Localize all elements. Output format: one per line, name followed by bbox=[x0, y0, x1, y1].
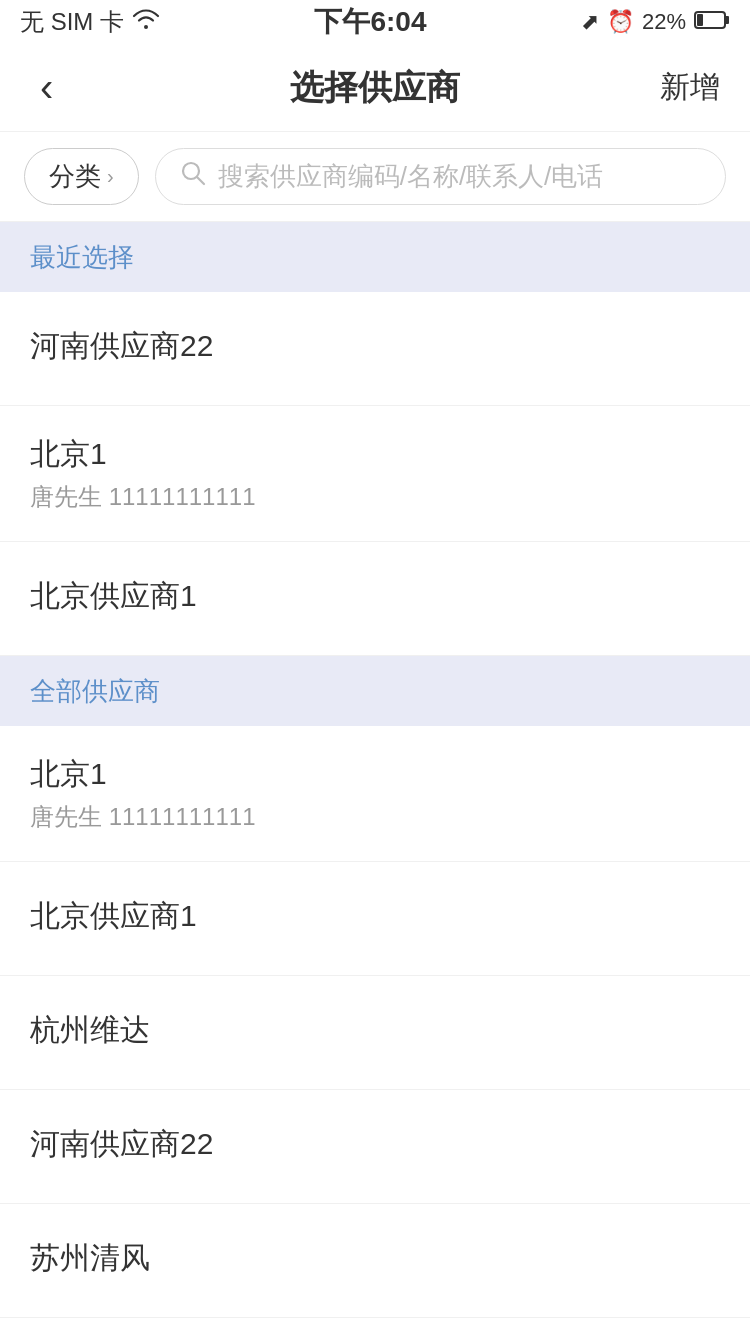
battery-icon bbox=[694, 9, 730, 35]
status-bar: 无 SIM 卡 下午6:04 ⬈ ⏰ 22% bbox=[0, 0, 750, 44]
location-icon: ⬈ bbox=[581, 9, 599, 35]
supplier-name: 杭州维达 bbox=[30, 1010, 720, 1051]
supplier-name: 北京供应商1 bbox=[30, 896, 720, 937]
status-left: 无 SIM 卡 bbox=[20, 6, 160, 38]
wifi-icon bbox=[132, 8, 160, 36]
sim-status: 无 SIM 卡 bbox=[20, 6, 124, 38]
chevron-right-icon: › bbox=[107, 165, 114, 188]
status-right: ⬈ ⏰ 22% bbox=[581, 9, 730, 35]
search-box[interactable]: 搜索供应商编码/名称/联系人/电话 bbox=[155, 148, 726, 205]
all-items-list: 北京1 唐先生 11111111111 北京供应商1 杭州维达 河南供应商22 … bbox=[0, 726, 750, 1318]
supplier-name: 苏州清风 bbox=[30, 1238, 720, 1279]
list-item[interactable]: 北京1 唐先生 11111111111 bbox=[0, 406, 750, 542]
nav-bar: ‹ 选择供应商 新增 bbox=[0, 44, 750, 132]
alarm-icon: ⏰ bbox=[607, 9, 634, 35]
supplier-name: 北京1 bbox=[30, 754, 720, 795]
filter-bar: 分类 › 搜索供应商编码/名称/联系人/电话 bbox=[0, 132, 750, 222]
list-item[interactable]: 河南供应商22 bbox=[0, 1090, 750, 1204]
recent-items-list: 河南供应商22 北京1 唐先生 11111111111 北京供应商1 bbox=[0, 292, 750, 656]
all-section-label: 全部供应商 bbox=[30, 674, 160, 709]
category-button[interactable]: 分类 › bbox=[24, 148, 139, 205]
list-item[interactable]: 北京供应商1 bbox=[0, 862, 750, 976]
status-time: 下午6:04 bbox=[314, 3, 426, 41]
battery-percent: 22% bbox=[642, 9, 686, 35]
supplier-name: 北京1 bbox=[30, 434, 720, 475]
recent-section-header: 最近选择 bbox=[0, 222, 750, 292]
svg-rect-1 bbox=[725, 16, 729, 24]
page-title: 选择供应商 bbox=[290, 65, 460, 111]
supplier-contact: 唐先生 11111111111 bbox=[30, 481, 720, 513]
search-placeholder: 搜索供应商编码/名称/联系人/电话 bbox=[218, 159, 604, 194]
back-button[interactable]: ‹ bbox=[30, 55, 63, 120]
list-item[interactable]: 北京1 唐先生 11111111111 bbox=[0, 726, 750, 862]
svg-line-4 bbox=[197, 177, 204, 184]
list-item[interactable]: 杭州维达 bbox=[0, 976, 750, 1090]
supplier-contact: 唐先生 11111111111 bbox=[30, 801, 720, 833]
supplier-name: 北京供应商1 bbox=[30, 576, 720, 617]
svg-rect-2 bbox=[697, 14, 703, 26]
all-section-header: 全部供应商 bbox=[0, 656, 750, 726]
category-label: 分类 bbox=[49, 159, 101, 194]
list-item[interactable]: 河南供应商22 bbox=[0, 292, 750, 406]
add-button[interactable]: 新增 bbox=[660, 67, 720, 108]
supplier-name: 河南供应商22 bbox=[30, 1124, 720, 1165]
search-icon bbox=[180, 160, 206, 193]
list-item[interactable]: 苏州清风 bbox=[0, 1204, 750, 1318]
supplier-name: 河南供应商22 bbox=[30, 326, 720, 367]
recent-section-label: 最近选择 bbox=[30, 240, 134, 275]
list-item[interactable]: 北京供应商1 bbox=[0, 542, 750, 656]
